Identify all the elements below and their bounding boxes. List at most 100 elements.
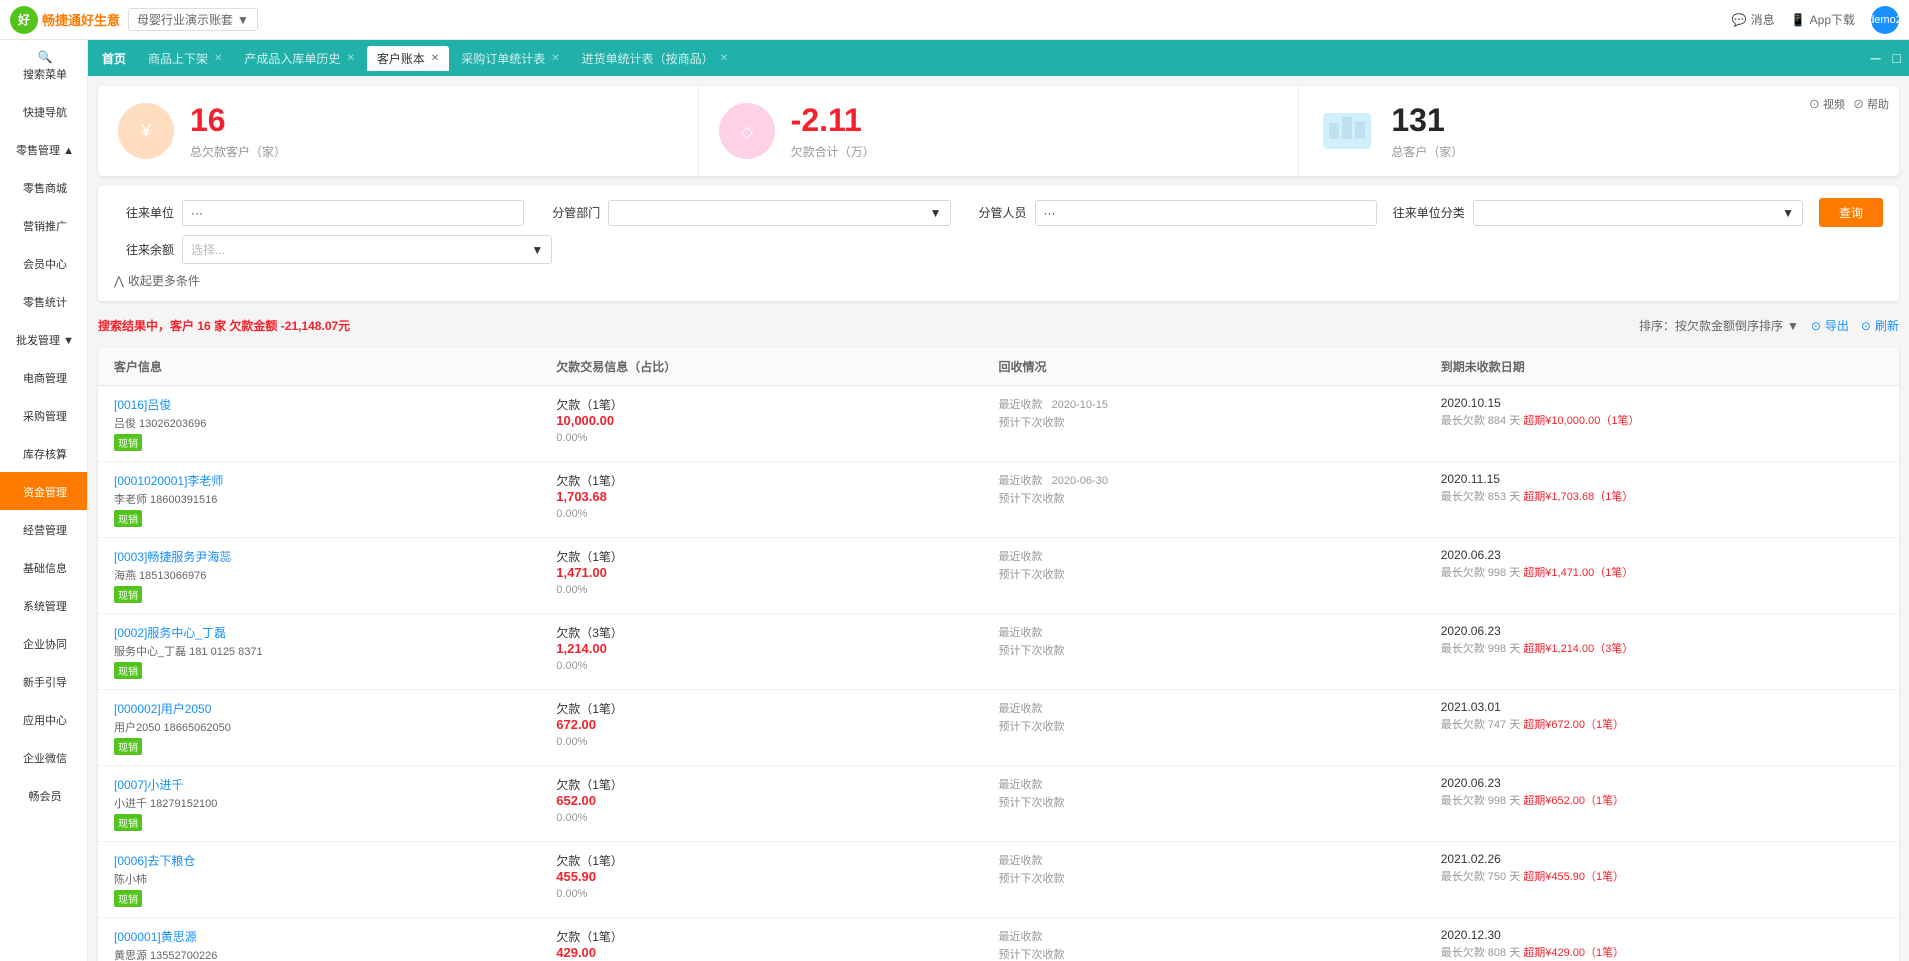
sidebar-item-purchase[interactable]: 采购管理 bbox=[0, 396, 87, 434]
table-row: [0001020001]李老师 李老师 18600391516 现销 欠款（1笔… bbox=[98, 462, 1899, 538]
dept-arrow-icon: ▼ bbox=[930, 206, 942, 220]
app-download-btn[interactable]: 📱 App下载 bbox=[1791, 11, 1855, 28]
debt-amount-1[interactable]: 10,000.00 bbox=[556, 413, 998, 428]
customer-code-7[interactable]: [0006]去下粮仓 bbox=[114, 854, 195, 868]
customer-code-3[interactable]: [0003]畅捷服务尹海蕊 bbox=[114, 550, 231, 564]
customer-code-6[interactable]: [0007]小进千 bbox=[114, 778, 183, 792]
customer-code-2[interactable]: [0001020001]李老师 bbox=[114, 474, 223, 488]
company-arrow-icon: ▼ bbox=[237, 13, 249, 27]
tab-purchase-order[interactable]: 采购订单统计表 ✕ bbox=[451, 46, 569, 71]
sidebar-item-app-center[interactable]: 应用中心 bbox=[0, 700, 87, 738]
customer-phone-8: 黄思源 13552700226 bbox=[114, 947, 556, 961]
overdue-info-4: 2020.06.23 最长欠款 998 天 超期¥1,214.00（3笔） bbox=[1441, 624, 1883, 656]
tab-inbound-stats-close-icon[interactable]: ✕ bbox=[720, 53, 728, 64]
tab-maximize-icon[interactable]: □ bbox=[1889, 48, 1905, 68]
overdue-link-1[interactable]: 超期¥10,000.00（1笔） bbox=[1523, 415, 1639, 427]
sidebar-item-finance[interactable]: 资金管理 bbox=[0, 472, 87, 510]
overdue-date-6: 2020.06.23 bbox=[1441, 776, 1883, 790]
overdue-link-7[interactable]: 超期¥455.90（1笔） bbox=[1523, 871, 1624, 883]
overdue-info-8: 2020.12.30 最长欠款 808 天 超期¥429.00（1笔） bbox=[1441, 928, 1883, 960]
overdue-link-2[interactable]: 超期¥1,703.68（1笔） bbox=[1523, 491, 1633, 503]
debt-amount-6[interactable]: 652.00 bbox=[556, 793, 998, 808]
repay-info-6: 最近收款 预计下次收款 bbox=[999, 776, 1441, 810]
tab-products[interactable]: 商品上下架 ✕ bbox=[138, 46, 232, 71]
unit-category-select[interactable]: ▼ bbox=[1473, 200, 1803, 226]
search-button[interactable]: 查询 bbox=[1819, 198, 1883, 227]
collapse-button[interactable]: ⋀ 收起更多条件 bbox=[114, 272, 1883, 289]
overdue-link-8[interactable]: 超期¥429.00（1笔） bbox=[1523, 947, 1624, 959]
sidebar-item-marketing[interactable]: 营销推广 bbox=[0, 206, 87, 244]
table-row: [0007]小进千 小进千 18279152100 现销 欠款（1笔） 652.… bbox=[98, 766, 1899, 842]
tab-purchase-order-close-icon[interactable]: ✕ bbox=[551, 53, 559, 64]
overdue-link-3[interactable]: 超期¥1,471.00（1笔） bbox=[1523, 567, 1633, 579]
repay-info-8: 最近收款 预计下次收款 bbox=[999, 928, 1441, 961]
source-unit-input[interactable]: ··· bbox=[182, 200, 524, 226]
tab-production-history-close-icon[interactable]: ✕ bbox=[346, 53, 354, 64]
debt-info-1: 欠款（1笔） 10,000.00 0.00% bbox=[556, 396, 998, 444]
customer-info-1: [0016]吕俊 吕俊 13026203696 现销 bbox=[114, 396, 556, 451]
video-btn[interactable]: ⊙ 视频 bbox=[1809, 96, 1845, 112]
debt-amount-5[interactable]: 672.00 bbox=[556, 717, 998, 732]
sidebar-item-members[interactable]: 会员中心 bbox=[0, 244, 87, 282]
sidebar-item-enterprise[interactable]: 企业协同 bbox=[0, 624, 87, 662]
overdue-info-7: 2021.02.26 最长欠款 750 天 超期¥455.90（1笔） bbox=[1441, 852, 1883, 884]
overdue-days-5: 最长欠款 747 天 超期¥672.00（1笔） bbox=[1441, 716, 1883, 732]
stat-info-debt-customers: 16 总欠款客户（家） bbox=[190, 102, 286, 160]
debt-amount-2[interactable]: 1,703.68 bbox=[556, 489, 998, 504]
debt-amount-4[interactable]: 1,214.00 bbox=[556, 641, 998, 656]
sidebar-item-operations[interactable]: 经营管理 bbox=[0, 510, 87, 548]
tab-customer-account-close-icon[interactable]: ✕ bbox=[431, 53, 439, 64]
tab-minimize-icon[interactable]: ─ bbox=[1867, 48, 1885, 68]
logo-area: 好 畅捷通好生意 bbox=[10, 6, 120, 34]
customer-code-1[interactable]: [0016]吕俊 bbox=[114, 398, 171, 412]
tab-production-history[interactable]: 产成品入库单历史 ✕ bbox=[234, 46, 364, 71]
user-menu[interactable]: demo2 bbox=[1871, 6, 1899, 34]
balance-label: 往来余额 bbox=[114, 241, 174, 258]
sort-button[interactable]: 排序：按欠款金额倒序排序 ▼ bbox=[1639, 317, 1799, 334]
overdue-link-4[interactable]: 超期¥1,214.00（3笔） bbox=[1523, 643, 1633, 655]
sidebar-item-retail-mgmt[interactable]: 零售管理 ▲ bbox=[0, 130, 87, 168]
stat-info-debt-amount: -2.11 欠款合计（万） bbox=[791, 102, 875, 160]
company-selector[interactable]: 母婴行业演示账套 ▼ bbox=[128, 8, 258, 31]
customer-info-6: [0007]小进千 小进千 18279152100 现销 bbox=[114, 776, 556, 831]
sidebar-item-batch-mgmt[interactable]: 批发管理 ▼ bbox=[0, 320, 87, 358]
customer-code-4[interactable]: [0002]服务中心_丁磊 bbox=[114, 626, 226, 640]
manager-input[interactable]: ··· bbox=[1035, 200, 1377, 226]
refresh-button[interactable]: ⊙ 刷新 bbox=[1861, 317, 1899, 334]
avatar-initials: demo2 bbox=[1868, 14, 1902, 26]
sidebar-item-retail-mall[interactable]: 零售商城 bbox=[0, 168, 87, 206]
result-actions: 排序：按欠款金额倒序排序 ▼ ⊙ 导出 ⊙ 刷新 bbox=[1639, 317, 1899, 334]
sidebar-item-system[interactable]: 系统管理 bbox=[0, 586, 87, 624]
overdue-info-2: 2020.11.15 最长欠款 853 天 超期¥1,703.68（1笔） bbox=[1441, 472, 1883, 504]
messages-btn[interactable]: 💬 消息 bbox=[1732, 11, 1775, 28]
tab-customer-account[interactable]: 客户账本 ✕ bbox=[367, 46, 449, 71]
sidebar-item-newbie[interactable]: 新手引导 bbox=[0, 662, 87, 700]
stat-info-total-customers: 131 总客户（家） bbox=[1391, 102, 1463, 160]
sidebar-item-wechat[interactable]: 企业微信 bbox=[0, 738, 87, 776]
customer-tag-5: 现销 bbox=[114, 738, 142, 755]
debt-amount-3[interactable]: 1,471.00 bbox=[556, 565, 998, 580]
source-unit-dots: ··· bbox=[191, 206, 203, 220]
customer-info-4: [0002]服务中心_丁磊 服务中心_丁磊 181 0125 8371 现销 bbox=[114, 624, 556, 679]
sidebar-item-vip[interactable]: 畅会员 bbox=[0, 776, 87, 814]
tab-products-close-icon[interactable]: ✕ bbox=[214, 53, 222, 64]
tab-inbound-stats[interactable]: 进货单统计表（按商品） ✕ bbox=[572, 46, 738, 71]
debt-amount-8[interactable]: 429.00 bbox=[556, 945, 998, 960]
sidebar-item-search[interactable]: 🔍 搜索菜单 bbox=[0, 40, 87, 92]
sidebar-item-retail-stats[interactable]: 零售统计 bbox=[0, 282, 87, 320]
sidebar-item-quick-nav[interactable]: 快捷导航 bbox=[0, 92, 87, 130]
overdue-link-5[interactable]: 超期¥672.00（1笔） bbox=[1523, 719, 1624, 731]
sidebar-item-basic-info[interactable]: 基础信息 bbox=[0, 548, 87, 586]
tab-home[interactable]: 首页 bbox=[92, 46, 136, 71]
balance-select[interactable]: 选择... ▼ bbox=[182, 235, 552, 264]
overdue-link-6[interactable]: 超期¥652.00（1笔） bbox=[1523, 795, 1624, 807]
debt-amount-7[interactable]: 455.90 bbox=[556, 869, 998, 884]
customer-code-5[interactable]: [000002]用户2050 bbox=[114, 702, 211, 716]
sidebar-item-ecommerce[interactable]: 电商管理 bbox=[0, 358, 87, 396]
customer-code-8[interactable]: [000001]黄思源 bbox=[114, 930, 197, 944]
sidebar-item-inventory[interactable]: 库存核算 bbox=[0, 434, 87, 472]
help-btn[interactable]: ⊘ 帮助 bbox=[1853, 96, 1889, 112]
export-button[interactable]: ⊙ 导出 bbox=[1811, 317, 1849, 334]
customer-phone-5: 用户2050 18665062050 bbox=[114, 719, 556, 735]
dept-select[interactable]: ▼ bbox=[608, 200, 950, 226]
